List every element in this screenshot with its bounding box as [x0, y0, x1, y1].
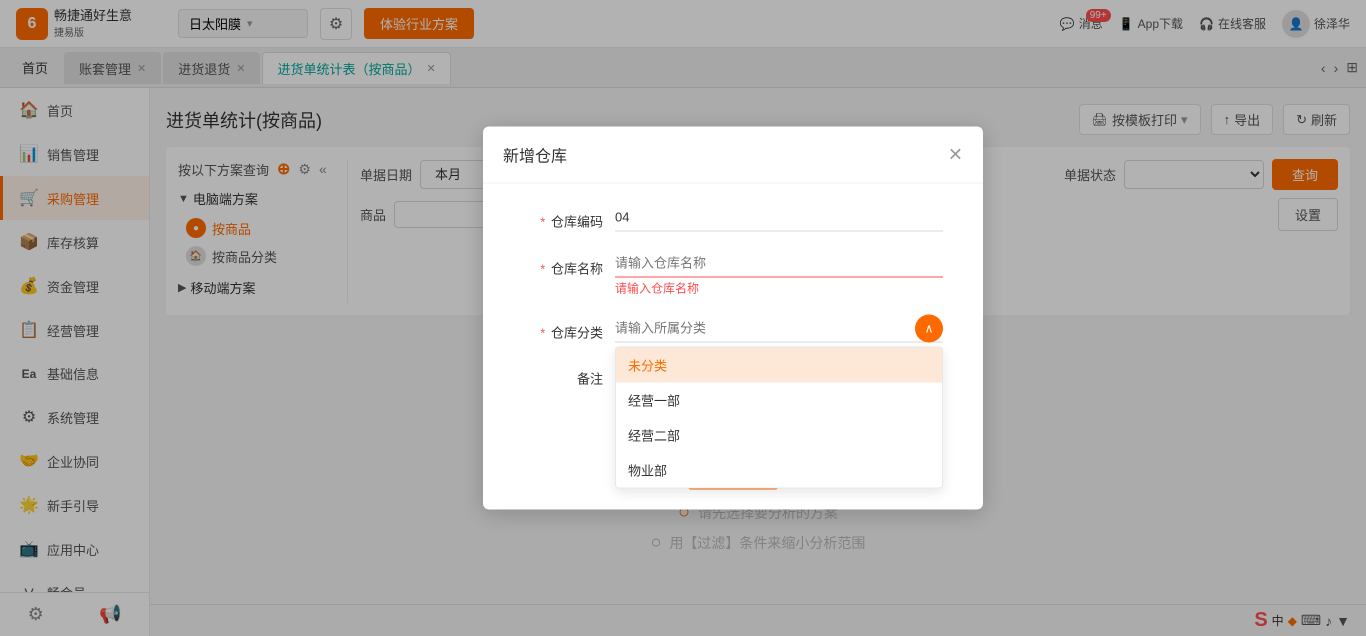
warehouse-name-label: * 仓库名称: [523, 250, 603, 277]
dropdown-toggle-button[interactable]: ∧: [915, 315, 943, 343]
modal-close-button[interactable]: ✕: [948, 146, 963, 164]
warehouse-code-input[interactable]: [615, 204, 943, 232]
remark-label: 备注: [523, 361, 603, 388]
required-star-name: *: [540, 261, 545, 276]
required-star-code: *: [540, 215, 545, 230]
warehouse-name-row: * 仓库名称 请输入仓库名称: [523, 250, 943, 297]
warehouse-name-input[interactable]: [615, 250, 943, 278]
modal-body: * 仓库编码 * 仓库名称 请输入仓库名称 * 仓库分类: [483, 184, 983, 442]
new-warehouse-modal: 新增仓库 ✕ * 仓库编码 * 仓库名称 请输入仓库名称: [483, 127, 983, 510]
warehouse-category-input[interactable]: [615, 315, 943, 343]
dropdown-option-dept1[interactable]: 经营一部: [616, 383, 942, 418]
modal-header: 新增仓库 ✕: [483, 127, 983, 184]
warehouse-category-row: * 仓库分类 ∧ 未分类 经营一部 经营二部 物业部: [523, 315, 943, 343]
warehouse-code-row: * 仓库编码: [523, 204, 943, 232]
warehouse-category-dropdown: ∧ 未分类 经营一部 经营二部 物业部: [615, 315, 943, 343]
required-star-category: *: [540, 326, 545, 341]
warehouse-category-label: * 仓库分类: [523, 315, 603, 342]
dropdown-option-dept3[interactable]: 物业部: [616, 453, 942, 488]
dropdown-option-uncategorized[interactable]: 未分类: [616, 348, 942, 383]
modal-title: 新增仓库: [503, 143, 567, 167]
warehouse-code-label: * 仓库编码: [523, 204, 603, 231]
dropdown-list: 未分类 经营一部 经营二部 物业部: [615, 347, 943, 489]
warehouse-name-error: 请输入仓库名称: [615, 280, 943, 297]
dropdown-option-dept2[interactable]: 经营二部: [616, 418, 942, 453]
